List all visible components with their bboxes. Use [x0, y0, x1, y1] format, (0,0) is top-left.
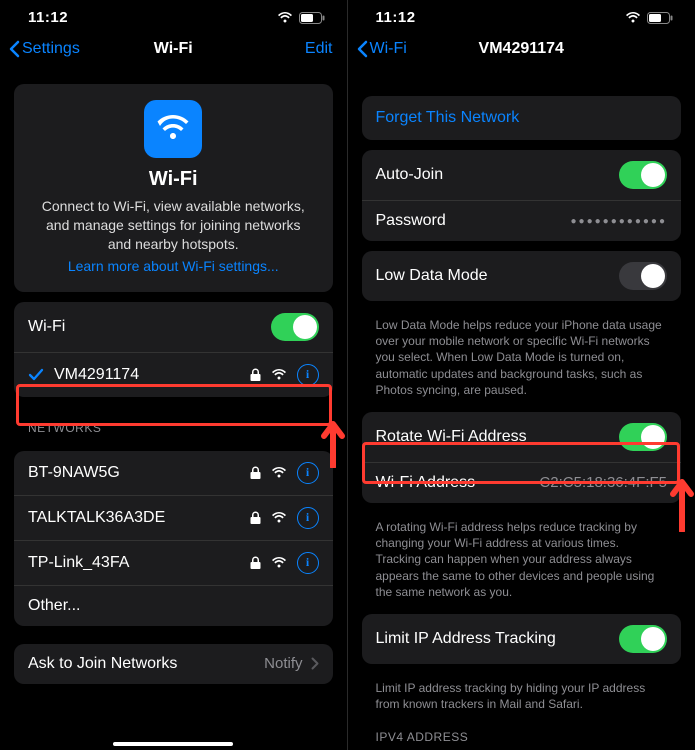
wifi-toggle-label: Wi-Fi — [28, 318, 271, 336]
connected-network-row[interactable]: VM4291174 i — [14, 352, 333, 397]
limit-tracking-group: Limit IP Address Tracking — [362, 614, 682, 664]
ask-group: Ask to Join Networks Notify — [14, 644, 333, 684]
learn-more-link[interactable]: Learn more about Wi-Fi settings... — [68, 258, 279, 274]
battery-icon — [299, 12, 325, 24]
network-name: TP-Link_43FA — [28, 554, 250, 572]
ask-value: Notify — [264, 655, 302, 672]
join-password-group: Auto-Join Password ●●●●●●●●●●●● — [362, 150, 682, 241]
checkmark-icon — [28, 368, 44, 382]
navigation-bar: Wi-Fi VM4291174 — [348, 32, 695, 68]
wifi-address-row[interactable]: Wi-Fi Address C2:C5:18:36:4F:F5 — [362, 462, 682, 503]
wifi-app-icon — [144, 100, 202, 158]
low-data-label: Low Data Mode — [376, 267, 620, 285]
wifi-icon — [277, 12, 293, 24]
hero-description: Connect to Wi-Fi, view available network… — [30, 197, 317, 254]
network-detail-screen: 11:12 Wi-Fi VM4291174 Forget This Networ… — [348, 0, 695, 750]
connected-network-name: VM4291174 — [54, 366, 250, 384]
ask-label: Ask to Join Networks — [28, 655, 264, 673]
content-area: Wi-Fi Connect to Wi-Fi, view available n… — [0, 68, 347, 750]
wifi-signal-icon — [271, 467, 287, 479]
wifi-address-value: C2:C5:18:36:4F:F5 — [539, 474, 667, 491]
hero-title: Wi-Fi — [30, 168, 317, 191]
networks-header: NETWORKS — [14, 407, 333, 441]
status-bar: 11:12 — [348, 0, 695, 32]
page-title: Wi-Fi — [0, 40, 347, 58]
limit-label: Limit IP Address Tracking — [376, 630, 620, 648]
low-data-toggle[interactable] — [619, 262, 667, 290]
auto-join-row: Auto-Join — [362, 150, 682, 200]
chevron-right-icon — [311, 657, 319, 670]
network-name: BT-9NAW5G — [28, 464, 250, 482]
status-time: 11:12 — [376, 9, 416, 26]
wifi-hero-card: Wi-Fi Connect to Wi-Fi, view available n… — [14, 84, 333, 292]
lock-icon — [250, 368, 261, 382]
home-indicator[interactable] — [113, 742, 233, 746]
forget-network-button[interactable]: Forget This Network — [362, 96, 682, 140]
ipv4-header: IPV4 ADDRESS — [362, 716, 682, 750]
wifi-address-label: Wi-Fi Address — [376, 474, 540, 492]
info-icon[interactable]: i — [297, 552, 319, 574]
wifi-address-group: Rotate Wi-Fi Address Wi-Fi Address C2:C5… — [362, 412, 682, 503]
password-row[interactable]: Password ●●●●●●●●●●●● — [362, 200, 682, 241]
rotate-address-row: Rotate Wi-Fi Address — [362, 412, 682, 462]
rotate-toggle[interactable] — [619, 423, 667, 451]
status-indicators — [625, 12, 673, 24]
network-row[interactable]: BT-9NAW5G i — [14, 451, 333, 495]
limit-tracking-row: Limit IP Address Tracking — [362, 614, 682, 664]
info-icon[interactable]: i — [297, 364, 319, 386]
auto-join-label: Auto-Join — [376, 166, 620, 184]
lock-icon — [250, 466, 261, 480]
networks-group: BT-9NAW5G i TALKTALK36A3DE i TP-Link_43F… — [14, 451, 333, 626]
lock-icon — [250, 511, 261, 525]
network-row[interactable]: TP-Link_43FA i — [14, 540, 333, 585]
navigation-bar: Settings Wi-Fi Edit — [0, 32, 347, 68]
page-title: VM4291174 — [348, 40, 695, 58]
wifi-toggle[interactable] — [271, 313, 319, 341]
wifi-settings-screen: 11:12 Settings Wi-Fi Edit Wi-Fi Connect … — [0, 0, 348, 750]
network-name: TALKTALK36A3DE — [28, 509, 250, 527]
network-row[interactable]: TALKTALK36A3DE i — [14, 495, 333, 540]
forget-group: Forget This Network — [362, 96, 682, 140]
rotate-label: Rotate Wi-Fi Address — [376, 428, 620, 446]
wifi-signal-icon — [271, 512, 287, 524]
info-icon[interactable]: i — [297, 462, 319, 484]
other-network-row[interactable]: Other... — [14, 585, 333, 626]
rotate-note: A rotating Wi-Fi address helps reduce tr… — [362, 513, 682, 604]
ask-to-join-row[interactable]: Ask to Join Networks Notify — [14, 644, 333, 684]
wifi-signal-icon — [271, 557, 287, 569]
wifi-icon — [625, 12, 641, 24]
limit-note: Limit IP address tracking by hiding your… — [362, 674, 682, 716]
content-area: Forget This Network Auto-Join Password ●… — [348, 68, 695, 750]
status-time: 11:12 — [28, 9, 68, 26]
limit-toggle[interactable] — [619, 625, 667, 653]
battery-icon — [647, 12, 673, 24]
low-data-group: Low Data Mode — [362, 251, 682, 301]
password-dots: ●●●●●●●●●●●● — [571, 216, 667, 227]
lock-icon — [250, 556, 261, 570]
info-icon[interactable]: i — [297, 507, 319, 529]
wifi-toggle-row: Wi-Fi — [14, 302, 333, 352]
wifi-signal-icon — [271, 369, 287, 381]
status-indicators — [277, 12, 325, 24]
password-label: Password — [376, 212, 571, 230]
wifi-toggle-group: Wi-Fi VM4291174 i — [14, 302, 333, 397]
low-data-row: Low Data Mode — [362, 251, 682, 301]
status-bar: 11:12 — [0, 0, 347, 32]
other-label: Other... — [28, 597, 319, 615]
auto-join-toggle[interactable] — [619, 161, 667, 189]
low-data-note: Low Data Mode helps reduce your iPhone d… — [362, 311, 682, 402]
